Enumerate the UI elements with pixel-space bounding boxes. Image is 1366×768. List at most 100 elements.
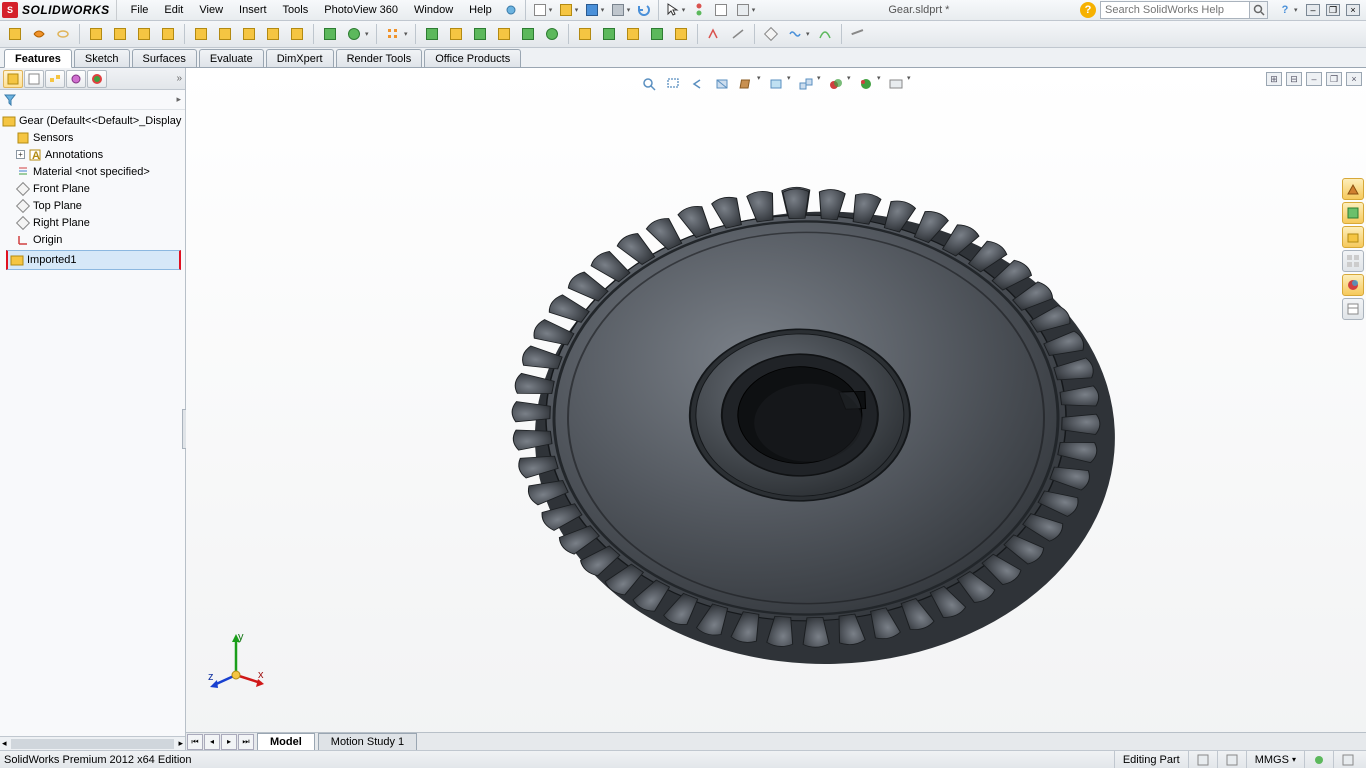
fm-tab-dimxpert[interactable]	[66, 70, 86, 88]
tree-item-origin[interactable]: Origin	[0, 231, 185, 248]
tab-sketch[interactable]: Sketch	[74, 49, 130, 67]
tb-icon-3[interactable]	[52, 23, 74, 45]
tb-icon-29[interactable]	[760, 23, 782, 45]
tb-icon-6[interactable]	[133, 23, 155, 45]
menu-file[interactable]: File	[123, 1, 157, 19]
tb-icon-11[interactable]	[262, 23, 284, 45]
save-icon[interactable]	[581, 0, 603, 21]
tb-icon-4[interactable]	[85, 23, 107, 45]
tree-item-material[interactable]: Material <not specified>	[0, 163, 185, 180]
tb-icon-8[interactable]	[190, 23, 212, 45]
tb-icon-24[interactable]	[622, 23, 644, 45]
tree-item-sensors[interactable]: Sensors	[0, 129, 185, 146]
status-units[interactable]: MMGS ▾	[1246, 751, 1304, 768]
taskpane-resources-icon[interactable]	[1342, 178, 1364, 200]
save-dropdown[interactable]	[601, 6, 607, 14]
pin-icon[interactable]	[500, 0, 522, 21]
tb-icon-12[interactable]	[286, 23, 308, 45]
new-doc-dropdown[interactable]	[549, 6, 555, 14]
orientation-triad[interactable]: y x z	[206, 630, 266, 690]
select-dropdown[interactable]	[682, 6, 688, 14]
tb-icon-20[interactable]	[517, 23, 539, 45]
tb-icon-17[interactable]	[445, 23, 467, 45]
fm-tab-render[interactable]	[87, 70, 107, 88]
search-input[interactable]	[1100, 1, 1250, 19]
minimize-button[interactable]: –	[1306, 4, 1320, 16]
status-icon-2[interactable]	[1217, 751, 1246, 768]
vp-icon-1[interactable]: ⊞	[1266, 72, 1282, 86]
tb-icon-16[interactable]	[421, 23, 443, 45]
tb-icon-23[interactable]	[598, 23, 620, 45]
tb-icon-25[interactable]	[646, 23, 668, 45]
taskpane-view-palette-icon[interactable]	[1342, 250, 1364, 272]
tb-icon-32[interactable]	[847, 23, 869, 45]
search-button[interactable]	[1250, 1, 1268, 19]
tb-drop-15[interactable]	[404, 30, 410, 38]
tab-evaluate[interactable]: Evaluate	[199, 49, 264, 67]
tb-icon-22[interactable]	[574, 23, 596, 45]
tab-officeproducts[interactable]: Office Products	[424, 49, 521, 67]
tb-icon-14[interactable]	[343, 23, 365, 45]
menu-window[interactable]: Window	[406, 1, 461, 19]
tab-nav-last[interactable]: ⏭	[238, 734, 254, 750]
restore-button[interactable]: ❐	[1326, 4, 1340, 16]
fm-tab-property[interactable]	[24, 70, 44, 88]
vp-icon-2[interactable]: ⊟	[1286, 72, 1302, 86]
open-doc-icon[interactable]	[555, 0, 577, 21]
tb-icon-19[interactable]	[493, 23, 515, 45]
tb-icon-9[interactable]	[214, 23, 236, 45]
tab-nav-next[interactable]: ▸	[221, 734, 237, 750]
tb-icon-30[interactable]	[784, 23, 806, 45]
tb-icon-7[interactable]	[157, 23, 179, 45]
menu-edit[interactable]: Edit	[156, 1, 191, 19]
tb-icon-21[interactable]	[541, 23, 563, 45]
status-icon-3[interactable]	[1304, 751, 1333, 768]
tb-drop-30[interactable]	[806, 30, 812, 38]
tb-icon-5[interactable]	[109, 23, 131, 45]
filter-icon[interactable]	[4, 94, 16, 106]
tb-icon-28[interactable]	[727, 23, 749, 45]
tb-icon-31[interactable]	[814, 23, 836, 45]
taskpane-explorer-icon[interactable]	[1342, 226, 1364, 248]
taskpane-library-icon[interactable]	[1342, 202, 1364, 224]
vp-minimize[interactable]: –	[1306, 72, 1322, 86]
tab-nav-first[interactable]: ⏮	[187, 734, 203, 750]
tab-dimxpert[interactable]: DimXpert	[266, 49, 334, 67]
fm-tab-tree[interactable]	[3, 70, 23, 88]
tab-surfaces[interactable]: Surfaces	[132, 49, 197, 67]
tb-icon-10[interactable]	[238, 23, 260, 45]
menu-photoview[interactable]: PhotoView 360	[316, 1, 406, 19]
open-doc-dropdown[interactable]	[575, 6, 581, 14]
tab-features[interactable]: Features	[4, 49, 72, 68]
taskpane-custom-props-icon[interactable]	[1342, 298, 1364, 320]
tree-item-top-plane[interactable]: Top Plane	[0, 197, 185, 214]
tb-icon-1[interactable]	[4, 23, 26, 45]
tree-item-annotations[interactable]: + A Annotations	[0, 146, 185, 163]
graphics-viewport[interactable]: ⊞ ⊟ – ❐ ×	[186, 68, 1366, 750]
fm-expand-icon[interactable]: »	[176, 73, 182, 84]
vp-restore[interactable]: ❐	[1326, 72, 1342, 86]
tab-nav-prev[interactable]: ◂	[204, 734, 220, 750]
fm-tab-config[interactable]	[45, 70, 65, 88]
status-icon-4[interactable]	[1333, 751, 1362, 768]
new-doc-icon[interactable]	[529, 0, 551, 21]
close-button[interactable]: ×	[1346, 4, 1360, 16]
options-dropdown[interactable]	[752, 6, 758, 14]
feature-tree[interactable]: Gear (Default<<Default>_Display Sensors …	[0, 110, 185, 736]
options-icon[interactable]	[732, 0, 754, 21]
menu-tools[interactable]: Tools	[275, 1, 317, 19]
tree-item-right-plane[interactable]: Right Plane	[0, 214, 185, 231]
help-dropdown[interactable]: ?	[1274, 0, 1296, 21]
tree-item-front-plane[interactable]: Front Plane	[0, 180, 185, 197]
tab-rendertools[interactable]: Render Tools	[336, 49, 423, 67]
taskpane-appearances-icon[interactable]	[1342, 274, 1364, 296]
vp-close[interactable]: ×	[1346, 72, 1362, 86]
traffic-icon[interactable]	[688, 0, 710, 21]
tb-icon-26[interactable]	[670, 23, 692, 45]
rebuild-icon[interactable]	[710, 0, 732, 21]
menu-help[interactable]: Help	[461, 1, 500, 19]
menu-insert[interactable]: Insert	[231, 1, 275, 19]
print-dropdown[interactable]	[627, 6, 633, 14]
print-icon[interactable]	[607, 0, 629, 21]
select-icon[interactable]	[662, 0, 684, 21]
